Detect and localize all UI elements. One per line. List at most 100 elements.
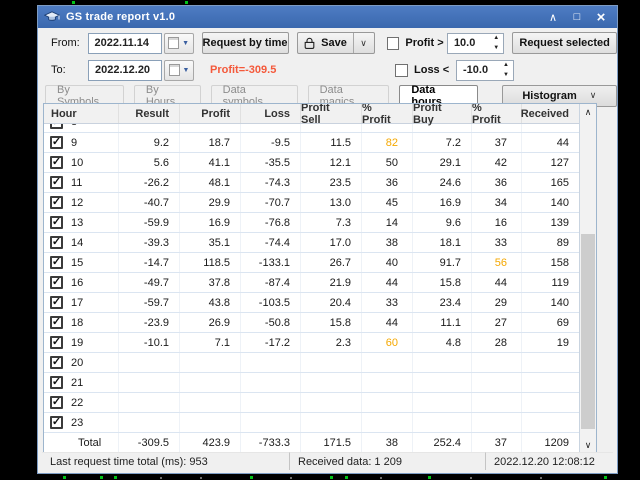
cell-loss: -74.4	[241, 233, 301, 252]
column-header[interactable]: Received	[521, 104, 579, 123]
column-header[interactable]: % Profit	[472, 104, 522, 126]
row-checkbox[interactable]: ✓	[50, 316, 63, 329]
row-checkbox[interactable]: ✓	[50, 336, 63, 349]
to-date-picker-button[interactable]: ▼	[164, 59, 194, 81]
cell-profit	[180, 353, 241, 372]
spinner-up-icon[interactable]: ▲	[499, 61, 513, 71]
status-bar: Last request time total (ms): 953 Receiv…	[42, 452, 613, 470]
column-header[interactable]: Profit Buy	[413, 104, 472, 126]
close-button[interactable]: ×	[591, 8, 611, 26]
cell-loss: -9.5	[241, 133, 301, 152]
row-checkbox[interactable]: ✓	[50, 236, 63, 249]
loss-filter-checkbox[interactable]	[395, 63, 408, 77]
profit-filter-checkbox[interactable]	[386, 36, 400, 50]
cell-received: 158	[550, 256, 569, 269]
row-checkbox[interactable]: ✓	[50, 176, 63, 189]
cell-received	[522, 413, 579, 432]
cell-profit_buy	[413, 353, 472, 372]
cell-pct_sell	[362, 373, 413, 392]
cell-pct_sell: 45	[362, 193, 413, 212]
cell-received	[522, 373, 579, 392]
loss-filter-value[interactable]: -10.0	[457, 61, 499, 80]
hour-label: 15	[71, 256, 84, 269]
cell-pct_sell: 44	[362, 273, 413, 292]
toolbar-row-1: From: 2022.11.14 ▼ Request by time Save …	[51, 32, 617, 54]
save-dropdown-arrow[interactable]: ∨	[352, 33, 374, 53]
to-date-input[interactable]: 2022.12.20	[88, 59, 162, 81]
chart-tick	[540, 477, 542, 479]
cell-pct_buy	[472, 353, 522, 372]
cell-profit_buy	[413, 393, 472, 412]
status-datetime: 2022.12.20 12:08:12	[485, 452, 613, 470]
cell-result: 9.2	[119, 133, 180, 152]
spinner-down-icon[interactable]: ▼	[499, 70, 513, 80]
from-date-input[interactable]: 2022.11.14	[87, 32, 162, 54]
total-pct-sell: 38	[362, 433, 413, 453]
row-checkbox[interactable]: ✓	[50, 356, 63, 369]
save-button[interactable]: Save	[298, 33, 353, 53]
row-checkbox[interactable]: ✓	[50, 256, 63, 269]
calendar-icon	[168, 37, 180, 49]
cell-pct_sell: 82	[362, 133, 413, 152]
hour-label: 22	[71, 396, 84, 409]
column-header[interactable]: Result	[119, 104, 180, 123]
hour-label: 11	[71, 176, 83, 189]
row-checkbox[interactable]: ✓	[50, 396, 63, 409]
row-checkbox[interactable]: ✓	[50, 376, 63, 389]
scroll-up-icon[interactable]: ∧	[580, 104, 596, 120]
row-checkbox[interactable]: ✓	[50, 136, 63, 149]
cell-profit_sell: 11.5	[301, 133, 362, 152]
table-row: ✓ 12 -40.7 29.9 -70.7 13.0 45 16.9 34 140	[44, 193, 579, 213]
chart-tick	[200, 477, 202, 479]
cell-profit_buy: 15.8	[413, 273, 472, 292]
column-header[interactable]: Profit Sell	[301, 104, 362, 126]
row-checkbox[interactable]: ✓	[50, 196, 63, 209]
column-header[interactable]: Hour	[44, 104, 119, 123]
row-checkbox[interactable]: ✓	[50, 416, 63, 429]
chart-tick	[63, 476, 66, 479]
total-profit-sell: 171.5	[301, 433, 362, 453]
column-header[interactable]: % Profit	[362, 104, 413, 126]
row-checkbox[interactable]: ✓	[50, 276, 63, 289]
table-row: ✓ 13 -59.9 16.9 -76.8 7.3 14 9.6 16 139	[44, 213, 579, 233]
maximize-button[interactable]: □	[567, 8, 587, 26]
cell-loss	[241, 353, 301, 372]
cell-loss	[241, 373, 301, 392]
row-checkbox[interactable]: ✓	[50, 216, 63, 229]
gs-trade-report-window: GS trade report v1.0 ∧ □ × From: 2022.11…	[37, 5, 618, 474]
request-selected-button[interactable]: Request selected	[512, 32, 617, 54]
row-checkbox[interactable]: ✓	[50, 124, 63, 129]
cell-pct_sell: 33	[362, 293, 413, 312]
column-header[interactable]: Loss	[241, 104, 301, 123]
request-by-time-button[interactable]: Request by time	[201, 32, 289, 54]
scrollbar-thumb[interactable]	[581, 234, 595, 429]
minimize-button[interactable]: ∧	[543, 8, 563, 26]
spinner-down-icon[interactable]: ▼	[489, 43, 503, 53]
vertical-scrollbar[interactable]: ∧ ∨	[579, 104, 596, 453]
histogram-dropdown-label: Histogram	[522, 89, 577, 102]
spinner-up-icon[interactable]: ▲	[489, 34, 503, 44]
cell-result: -26.2	[119, 173, 180, 192]
scroll-down-icon[interactable]: ∨	[580, 437, 596, 453]
cell-profit_sell: 2.3	[301, 333, 362, 352]
from-label: From:	[51, 37, 80, 49]
cell-loss	[241, 393, 301, 412]
cell-loss: -103.5	[241, 293, 301, 312]
hour-label: 19	[71, 336, 84, 349]
row-checkbox[interactable]: ✓	[50, 296, 63, 309]
row-checkbox[interactable]: ✓	[50, 156, 63, 169]
from-date-picker-button[interactable]: ▼	[163, 32, 194, 54]
cell-profit_sell: 7.3	[301, 213, 362, 232]
cell-pct_buy: 29	[472, 293, 522, 312]
column-header[interactable]: Profit	[180, 104, 241, 123]
cell-pct_sell: 60	[362, 333, 413, 352]
chart-tick	[604, 476, 607, 479]
profit-filter-value[interactable]: 10.0	[448, 34, 489, 53]
hour-label: 23	[71, 416, 84, 429]
cell-pct_buy: 33	[472, 233, 522, 252]
chart-tick	[160, 477, 162, 479]
cell-loss: -76.8	[241, 213, 301, 232]
cell-profit: 16.9	[180, 213, 241, 232]
save-split-button[interactable]: Save ∨	[296, 32, 375, 54]
titlebar[interactable]: GS trade report v1.0 ∧ □ ×	[38, 6, 617, 28]
